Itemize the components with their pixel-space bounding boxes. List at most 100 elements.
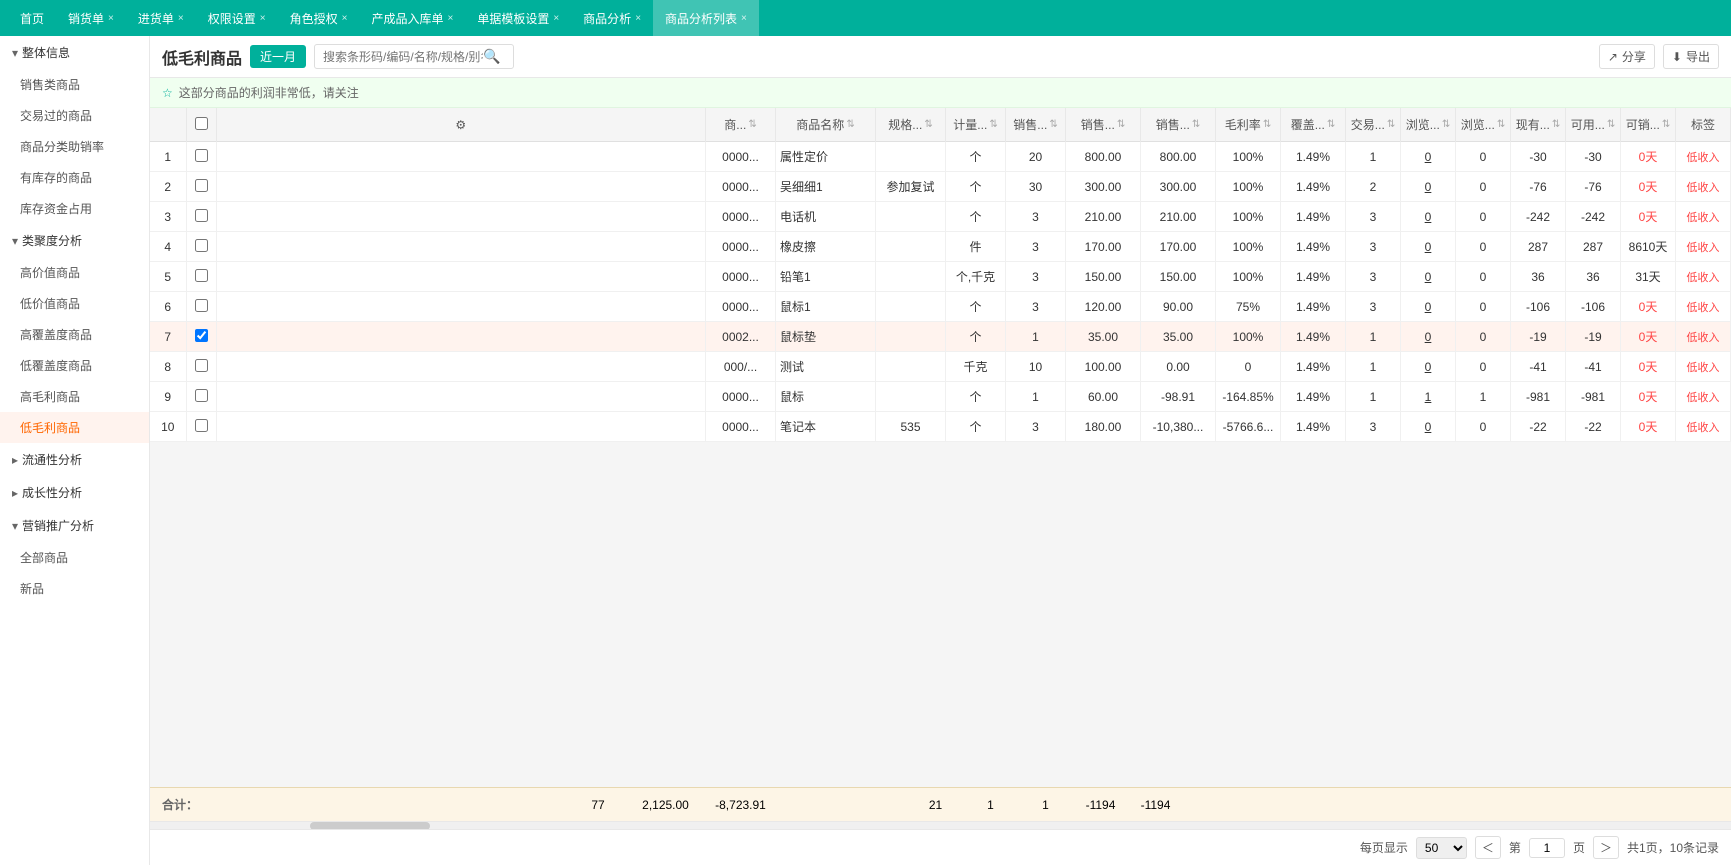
share-button[interactable]: ↗ 分享 [1599,44,1655,69]
row-checkbox-cell[interactable] [186,172,216,202]
table-area[interactable]: ⚙ 商... ⇅ 商品名称 ⇅ [150,108,1731,787]
row-checkbox-cell[interactable] [186,382,216,412]
close-icon[interactable]: × [260,13,266,24]
sidebar-item-all-products[interactable]: 全部商品 [0,542,149,573]
nav-product-instock[interactable]: 产成品入库单 × [359,0,465,36]
browse1-link[interactable]: 0 [1425,180,1432,194]
sidebar-item-low-profit[interactable]: 低毛利商品 [0,412,149,443]
row-browse1[interactable]: 0 [1401,292,1456,322]
row-checkbox[interactable] [195,359,208,372]
row-browse1[interactable]: 0 [1401,142,1456,172]
sidebar-item-high-coverage[interactable]: 高覆盖度商品 [0,319,149,350]
browse1-link[interactable]: 0 [1425,420,1432,434]
row-checkbox-cell[interactable] [186,262,216,292]
search-input[interactable] [323,50,483,64]
sidebar-group-cluster[interactable]: ▾ 类聚度分析 [0,224,149,257]
nav-purchase-order[interactable]: 进货单 × [126,0,196,36]
sidebar-group-circulation[interactable]: ▸ 流通性分析 [0,443,149,476]
browse1-link[interactable]: 0 [1425,300,1432,314]
th-code[interactable]: 商... ⇅ [706,108,776,142]
nav-sales-order[interactable]: 销货单 × [56,0,126,36]
th-browse1[interactable]: 浏览... ⇅ [1401,108,1456,142]
row-checkbox-cell[interactable] [186,142,216,172]
row-browse1[interactable]: 0 [1401,202,1456,232]
browse1-link[interactable]: 0 [1425,150,1432,164]
nav-home[interactable]: 首页 [8,0,56,36]
th-saleable[interactable]: 可销... ⇅ [1621,108,1676,142]
browse1-link[interactable]: 1 [1425,390,1432,404]
page-number-input[interactable] [1529,838,1565,858]
browse1-link[interactable]: 0 [1425,330,1432,344]
row-checkbox-cell[interactable] [186,232,216,262]
sidebar-item-high-profit[interactable]: 高毛利商品 [0,381,149,412]
th-available[interactable]: 可用... ⇅ [1566,108,1621,142]
browse1-link[interactable]: 0 [1425,270,1432,284]
row-browse1[interactable]: 0 [1401,172,1456,202]
browse1-link[interactable]: 0 [1425,360,1432,374]
sidebar-group-growth[interactable]: ▸ 成长性分析 [0,476,149,509]
period-button[interactable]: 近一月 [250,45,306,68]
close-icon[interactable]: × [553,13,559,24]
row-browse1[interactable]: 0 [1401,322,1456,352]
prev-page-button[interactable]: ＜ [1475,836,1501,859]
sidebar-item-high-value[interactable]: 高价值商品 [0,257,149,288]
sidebar-item-low-coverage[interactable]: 低覆盖度商品 [0,350,149,381]
th-current[interactable]: 现有... ⇅ [1511,108,1566,142]
th-sales-profit[interactable]: 销售... ⇅ [1141,108,1216,142]
sidebar-item-stocked-products[interactable]: 有库存的商品 [0,162,149,193]
sidebar-item-new-products[interactable]: 新品 [0,573,149,604]
row-checkbox[interactable] [195,299,208,312]
th-check[interactable] [186,108,216,142]
row-browse1[interactable]: 0 [1401,262,1456,292]
row-checkbox[interactable] [195,179,208,192]
close-icon[interactable]: × [635,13,641,24]
nav-product-analysis-list[interactable]: 商品分析列表 × [653,0,759,36]
row-checkbox-cell[interactable] [186,412,216,442]
browse1-link[interactable]: 0 [1425,240,1432,254]
th-settings[interactable]: ⚙ [216,108,706,142]
th-tag[interactable]: 标签 [1676,108,1731,142]
nav-permissions[interactable]: 权限设置 × [196,0,278,36]
row-browse1[interactable]: 0 [1401,232,1456,262]
th-spec[interactable]: 规格... ⇅ [876,108,946,142]
horizontal-scrollbar[interactable] [150,821,1731,829]
sidebar-item-category-rate[interactable]: 商品分类助销率 [0,131,149,162]
row-browse1[interactable]: 1 [1401,382,1456,412]
row-checkbox-cell[interactable] [186,292,216,322]
per-page-select[interactable]: 50 100 200 [1416,837,1467,859]
close-icon[interactable]: × [108,13,114,24]
nav-product-analysis[interactable]: 商品分析 × [571,0,653,36]
sidebar-item-capital[interactable]: 库存资金占用 [0,193,149,224]
sidebar-group-marketing[interactable]: ▾ 营销推广分析 [0,509,149,542]
nav-role-auth[interactable]: 角色授权 × [278,0,360,36]
row-browse1[interactable]: 0 [1401,352,1456,382]
export-button[interactable]: ⬇ 导出 [1663,44,1719,69]
th-browse2[interactable]: 浏览... ⇅ [1456,108,1511,142]
row-checkbox-cell[interactable] [186,202,216,232]
row-checkbox[interactable] [195,149,208,162]
select-all-checkbox[interactable] [195,117,208,130]
row-checkbox-cell[interactable] [186,322,216,352]
browse1-link[interactable]: 0 [1425,210,1432,224]
row-checkbox[interactable] [195,389,208,402]
th-trade[interactable]: 交易... ⇅ [1346,108,1401,142]
th-gross-rate[interactable]: 毛利率 ⇅ [1216,108,1281,142]
sidebar-item-traded-products[interactable]: 交易过的商品 [0,100,149,131]
row-checkbox-cell[interactable] [186,352,216,382]
th-sales-qty[interactable]: 销售... ⇅ [1006,108,1066,142]
close-icon[interactable]: × [741,13,747,24]
next-page-button[interactable]: ＞ [1593,836,1619,859]
row-checkbox[interactable] [195,239,208,252]
th-name[interactable]: 商品名称 ⇅ [776,108,876,142]
sidebar-item-sales-products[interactable]: 销售类商品 [0,69,149,100]
th-unit[interactable]: 计量... ⇅ [946,108,1006,142]
row-checkbox[interactable] [195,329,208,342]
th-coverage[interactable]: 覆盖... ⇅ [1281,108,1346,142]
row-checkbox[interactable] [195,209,208,222]
close-icon[interactable]: × [178,13,184,24]
row-browse1[interactable]: 0 [1401,412,1456,442]
nav-template-settings[interactable]: 单据模板设置 × [465,0,571,36]
row-checkbox[interactable] [195,269,208,282]
close-icon[interactable]: × [342,13,348,24]
sidebar-item-low-value[interactable]: 低价值商品 [0,288,149,319]
